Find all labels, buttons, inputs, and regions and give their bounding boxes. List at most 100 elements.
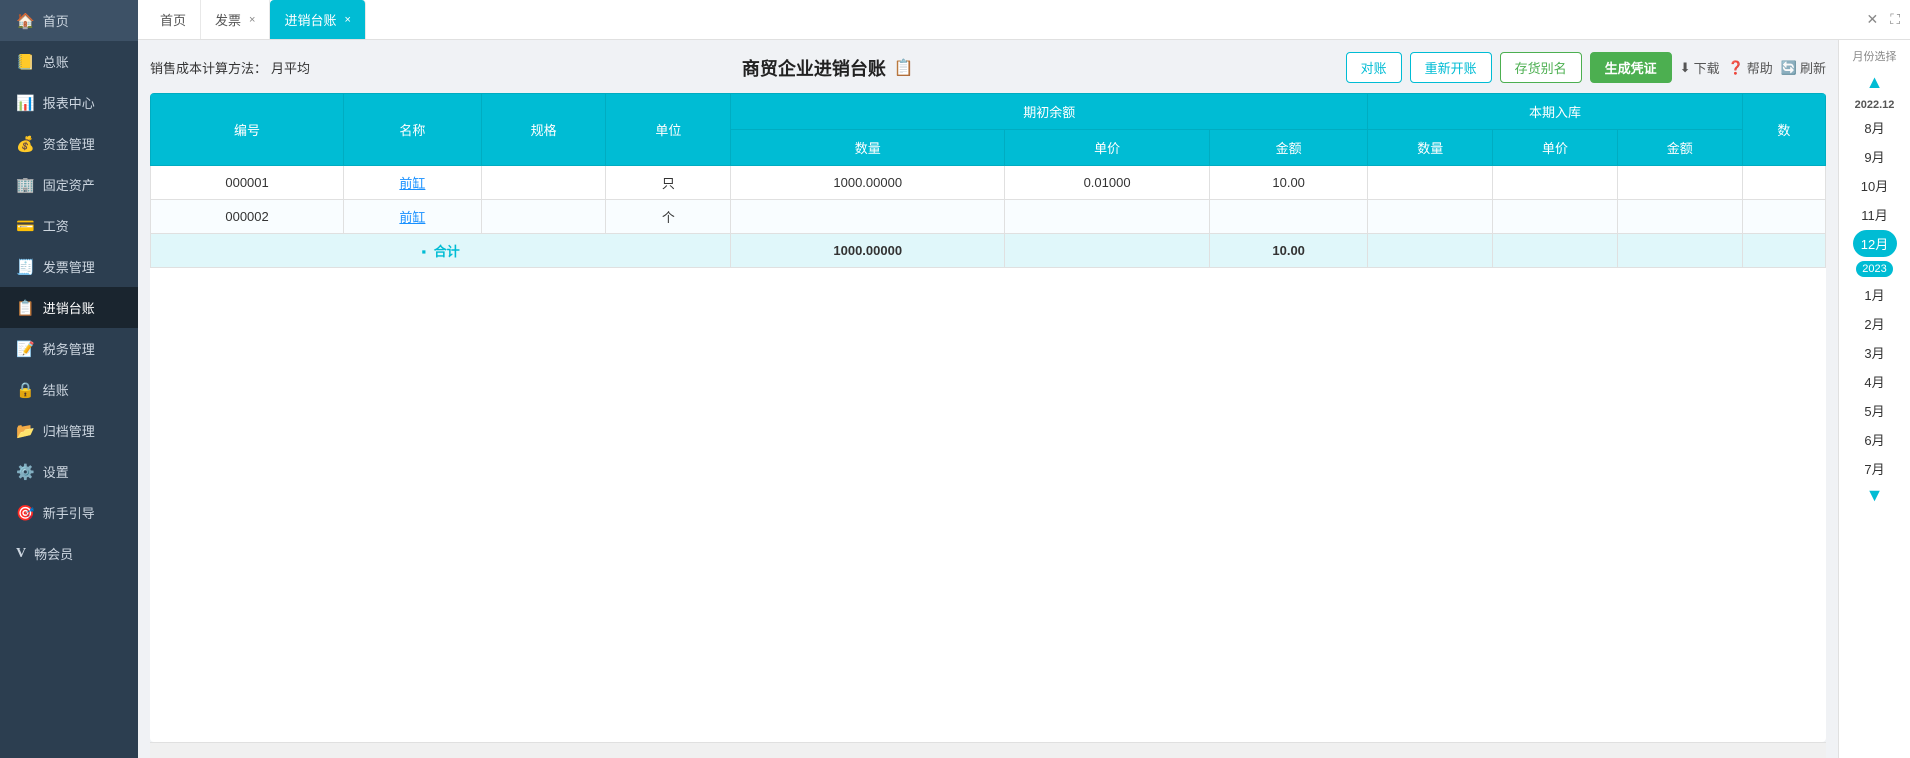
- page-content: 销售成本计算方法： 月平均 商贸企业进销台账 📋 对账 重新开账 存货别名 生成…: [138, 40, 1838, 758]
- refresh-button[interactable]: 🔄 刷新: [1781, 58, 1826, 77]
- cell-opening-qty: [731, 200, 1005, 234]
- cell-in-amount: [1617, 200, 1742, 234]
- sidebar-item-archive[interactable]: 📂 归档管理: [0, 410, 138, 451]
- sidebar-item-settings[interactable]: ⚙️ 设置: [0, 451, 138, 492]
- total-row: ▪ 合计 1000.00000 10.00: [151, 234, 1826, 268]
- sidebar-item-ledger-label: 总账: [43, 52, 69, 71]
- sidebar-item-stock-ledger[interactable]: 📋 进销台账: [0, 287, 138, 328]
- tabs-bar: 首页 发票 × 进销台账 × ✕ ⛶: [138, 0, 1910, 40]
- sidebar-item-invoice-label: 发票管理: [43, 257, 95, 276]
- month-year-2022: 2022.12: [1855, 99, 1895, 111]
- month-item-5[interactable]: 5月: [1853, 397, 1897, 424]
- ledger-icon: 📒: [16, 53, 35, 71]
- sidebar-item-ledger[interactable]: 📒 总账: [0, 41, 138, 82]
- cell-name-link[interactable]: 前缸: [399, 176, 425, 191]
- page-title-icon[interactable]: 📋: [894, 58, 914, 78]
- window-controls: ✕ ⛶: [1864, 9, 1902, 30]
- tab-stock-ledger[interactable]: 进销台账 ×: [270, 0, 365, 39]
- tab-invoice[interactable]: 发票 ×: [201, 0, 270, 39]
- action-buttons: 对账 重新开账 存货别名 生成凭证 ⬇ 下载 ❓ 帮助 🔄 刷新: [1346, 52, 1826, 83]
- cell-extra: [1742, 200, 1825, 234]
- sidebar-item-vip[interactable]: V 畅会员: [0, 533, 138, 574]
- sidebar: 🏠 首页 📒 总账 📊 报表中心 💰 资金管理 🏢 固定资产 💳 工资 🧾 发票…: [0, 0, 138, 758]
- download-button[interactable]: ⬇ 下载: [1680, 58, 1720, 77]
- month-panel-up[interactable]: ▲: [1864, 70, 1886, 95]
- col-header-name: 名称: [344, 94, 482, 166]
- month-item-3[interactable]: 3月: [1853, 339, 1897, 366]
- sidebar-item-salary[interactable]: 💳 工资: [0, 205, 138, 246]
- col-sub-in-amount: 金额: [1617, 130, 1742, 166]
- sidebar-item-stock-label: 进销台账: [43, 298, 95, 317]
- window-close-button[interactable]: ✕: [1864, 9, 1880, 30]
- cell-opening-amount: [1209, 200, 1367, 234]
- generate-voucher-button[interactable]: 生成凭证: [1590, 52, 1672, 83]
- tab-home[interactable]: 首页: [146, 0, 201, 39]
- month-item-1[interactable]: 1月: [1853, 281, 1897, 308]
- cell-opening-amount: 10.00: [1209, 166, 1367, 200]
- month-item-8[interactable]: 8月: [1853, 114, 1897, 141]
- total-icon: ▪: [421, 244, 426, 259]
- month-item-12[interactable]: 12月: [1853, 230, 1897, 257]
- stock-ledger-icon: 📋: [16, 299, 35, 317]
- sidebar-item-invoice-mgmt[interactable]: 🧾 发票管理: [0, 246, 138, 287]
- help-button[interactable]: ❓ 帮助: [1728, 58, 1773, 77]
- save-alias-button[interactable]: 存货别名: [1500, 52, 1582, 83]
- total-in-qty: [1368, 234, 1493, 268]
- stock-table-wrap[interactable]: 编号 名称 规格 单位 期初余额 本期入库 数 数量 单价 金额 数: [150, 93, 1826, 742]
- month-item-2[interactable]: 2月: [1853, 310, 1897, 337]
- month-panel-title: 月份选择: [1853, 48, 1897, 64]
- total-opening-price: [1005, 234, 1210, 268]
- col-sub-in-price: 单价: [1493, 130, 1618, 166]
- scrollbar-area[interactable]: [150, 742, 1826, 758]
- year-badge-2023: 2023: [1856, 261, 1892, 277]
- reports-icon: 📊: [16, 94, 35, 112]
- col-header-code: 编号: [151, 94, 344, 166]
- sidebar-item-assets[interactable]: 🏢 固定资产: [0, 164, 138, 205]
- cell-opening-qty: 1000.00000: [731, 166, 1005, 200]
- month-item-6[interactable]: 6月: [1853, 426, 1897, 453]
- invoice-icon: 🧾: [16, 258, 35, 276]
- cell-unit: 个: [606, 200, 731, 234]
- cell-name: 前缸: [344, 200, 482, 234]
- cell-in-amount: [1617, 166, 1742, 200]
- sidebar-item-assets-label: 固定资产: [43, 175, 95, 194]
- sidebar-item-home[interactable]: 🏠 首页: [0, 0, 138, 41]
- tab-stock-ledger-close[interactable]: ×: [344, 14, 350, 26]
- cell-code: 000002: [151, 200, 344, 234]
- month-item-7[interactable]: 7月: [1853, 455, 1897, 482]
- reopen-button[interactable]: 重新开账: [1410, 52, 1492, 83]
- month-item-4[interactable]: 4月: [1853, 368, 1897, 395]
- page-title: 商贸企业进销台账: [742, 55, 886, 81]
- sidebar-item-reports-label: 报表中心: [43, 93, 95, 112]
- window-maximize-button[interactable]: ⛶: [1888, 9, 1902, 30]
- closing-icon: 🔒: [16, 381, 35, 399]
- cost-method-label: 销售成本计算方法：: [150, 58, 267, 77]
- cell-name-link[interactable]: 前缸: [399, 210, 425, 225]
- total-opening-qty: 1000.00000: [731, 234, 1005, 268]
- sidebar-item-reports[interactable]: 📊 报表中心: [0, 82, 138, 123]
- sidebar-item-guide-label: 新手引导: [43, 503, 95, 522]
- month-item-9[interactable]: 9月: [1853, 143, 1897, 170]
- page-header: 销售成本计算方法： 月平均 商贸企业进销台账 📋 对账 重新开账 存货别名 生成…: [150, 52, 1826, 83]
- col-sub-opening-amount: 金额: [1209, 130, 1367, 166]
- col-sub-opening-price: 单价: [1005, 130, 1210, 166]
- cost-method: 销售成本计算方法： 月平均: [150, 58, 310, 77]
- month-panel-down[interactable]: ▼: [1864, 483, 1886, 508]
- cost-method-value: 月平均: [271, 58, 310, 77]
- month-item-11[interactable]: 11月: [1853, 201, 1897, 228]
- total-extra: [1742, 234, 1825, 268]
- tab-stock-ledger-label: 进销台账: [284, 10, 336, 29]
- month-item-10[interactable]: 10月: [1853, 172, 1897, 199]
- sidebar-item-guide[interactable]: 🎯 新手引导: [0, 492, 138, 533]
- sidebar-item-settings-label: 设置: [43, 462, 69, 481]
- reconcile-button[interactable]: 对账: [1346, 52, 1402, 83]
- cell-unit: 只: [606, 166, 731, 200]
- sidebar-item-tax[interactable]: 📝 税务管理: [0, 328, 138, 369]
- total-in-amount: [1617, 234, 1742, 268]
- cell-in-qty: [1368, 166, 1493, 200]
- sidebar-item-closing[interactable]: 🔒 结账: [0, 369, 138, 410]
- tab-invoice-close[interactable]: ×: [249, 14, 255, 26]
- sidebar-item-funds[interactable]: 💰 资金管理: [0, 123, 138, 164]
- tab-home-label: 首页: [160, 10, 186, 29]
- settings-icon: ⚙️: [16, 463, 35, 481]
